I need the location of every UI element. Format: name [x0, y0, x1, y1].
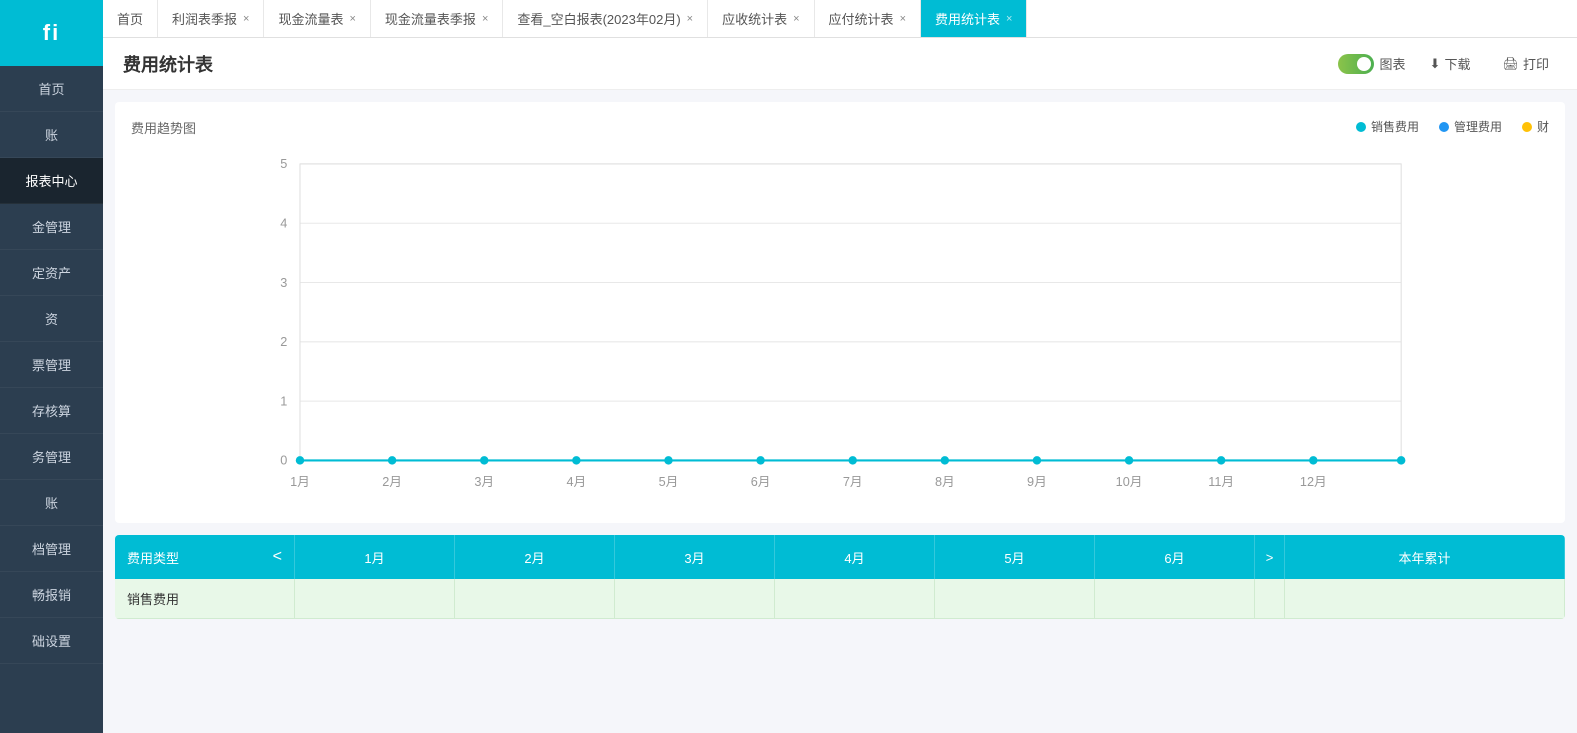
legend-dot-sales [1356, 122, 1366, 132]
sidebar-item-home[interactable]: 首页 [0, 66, 103, 112]
td-sales-m1 [295, 579, 455, 618]
svg-text:2月: 2月 [382, 475, 402, 489]
legend-admin: 管理费用 [1439, 118, 1502, 135]
td-sales-m2 [455, 579, 615, 618]
sidebar: fi 首页 账 报表中心 金管理 定资产 资 票管理 存核算 务管理 账 档管理… [0, 0, 103, 733]
th-month-2: 2月 [455, 535, 615, 579]
page-header: 费用统计表 图表 ⬇ 下载 🖨 打印 [103, 38, 1577, 90]
td-sales-ytd [1285, 579, 1565, 618]
tab-expense[interactable]: 费用统计表 × [921, 0, 1027, 37]
td-sales-m3 [615, 579, 775, 618]
svg-text:9月: 9月 [1027, 475, 1047, 489]
table-section: 费用类型 < 1月 2月 3月 4月 5月 [115, 535, 1565, 619]
sidebar-item-assets[interactable]: 定资产 [0, 250, 103, 296]
svg-text:12月: 12月 [1300, 475, 1327, 489]
header-actions: 图表 ⬇ 下载 🖨 打印 [1338, 50, 1557, 77]
td-type-sales: 销售费用 [115, 579, 295, 618]
chart-toggle-label: 图表 [1380, 54, 1406, 73]
tab-close-expense[interactable]: × [1006, 13, 1012, 25]
svg-text:5: 5 [280, 157, 287, 171]
table-row-sales: 销售费用 [115, 579, 1565, 619]
print-button[interactable]: 🖨 打印 [1494, 50, 1557, 77]
legend-dot-admin [1439, 122, 1449, 132]
svg-text:3: 3 [280, 276, 287, 290]
download-button[interactable]: ⬇ 下载 [1422, 50, 1479, 77]
th-nav-prev[interactable]: < [273, 548, 282, 566]
chart-svg: 5 4 3 2 1 0 [131, 147, 1549, 507]
sidebar-item-ledger[interactable]: 账 [0, 480, 103, 526]
svg-text:7月: 7月 [843, 475, 863, 489]
th-month-6: 6月 [1095, 535, 1255, 579]
content-area: 费用统计表 图表 ⬇ 下载 🖨 打印 费用趋势图 [103, 38, 1577, 733]
th-month-1: 1月 [295, 535, 455, 579]
tab-payable[interactable]: 应付统计表 × [815, 0, 921, 37]
tab-profit-quarterly[interactable]: 利润表季报 × [158, 0, 264, 37]
chart-title: 费用趋势图 [131, 118, 196, 137]
sidebar-item-settings[interactable]: 础设置 [0, 618, 103, 664]
tab-bar: 首页 利润表季报 × 现金流量表 × 现金流量表季报 × 查看_空白报表(202… [103, 0, 1577, 38]
sidebar-item-account[interactable]: 账 [0, 112, 103, 158]
svg-text:11月: 11月 [1208, 475, 1234, 489]
svg-text:3月: 3月 [474, 475, 494, 489]
download-icon: ⬇ [1430, 56, 1441, 72]
chart-legend: 销售费用 管理费用 财 [1356, 118, 1549, 135]
tab-cashflow-quarterly[interactable]: 现金流量表季报 × [371, 0, 503, 37]
chart-toggle[interactable] [1338, 54, 1374, 74]
tab-close-profit-quarterly[interactable]: × [243, 13, 249, 25]
tab-cashflow[interactable]: 现金流量表 × [264, 0, 370, 37]
th-month-4: 4月 [775, 535, 935, 579]
svg-text:4月: 4月 [566, 475, 586, 489]
legend-label-admin: 管理费用 [1454, 118, 1502, 135]
th-nav-next[interactable]: > [1255, 535, 1285, 579]
td-sales-m5 [935, 579, 1095, 618]
sidebar-item-service[interactable]: 务管理 [0, 434, 103, 480]
th-ytd: 本年累计 [1285, 535, 1565, 579]
svg-text:1: 1 [280, 394, 287, 408]
td-sales-nav [1255, 579, 1285, 618]
chart-container: 5 4 3 2 1 0 [131, 147, 1549, 507]
sidebar-item-reimbursement[interactable]: 畅报销 [0, 572, 103, 618]
td-sales-m4 [775, 579, 935, 618]
tab-close-cashflow-quarterly[interactable]: × [482, 13, 488, 25]
svg-text:8月: 8月 [935, 475, 955, 489]
tab-receivable[interactable]: 应收统计表 × [708, 0, 814, 37]
tab-close-cashflow[interactable]: × [349, 13, 355, 25]
sidebar-logo: fi [0, 0, 103, 66]
th-month-5: 5月 [935, 535, 1095, 579]
svg-text:10月: 10月 [1116, 475, 1143, 489]
th-type: 费用类型 < [115, 535, 295, 579]
main-area: 首页 利润表季报 × 现金流量表 × 现金流量表季报 × 查看_空白报表(202… [103, 0, 1577, 733]
th-month-3: 3月 [615, 535, 775, 579]
legend-dot-finance [1522, 122, 1532, 132]
svg-text:2: 2 [280, 335, 287, 349]
td-sales-m6 [1095, 579, 1255, 618]
tab-close-blank-report[interactable]: × [687, 13, 693, 25]
sidebar-item-invoice[interactable]: 票管理 [0, 342, 103, 388]
chart-section: 费用趋势图 销售费用 管理费用 财 [115, 102, 1565, 523]
svg-text:6月: 6月 [751, 475, 771, 489]
print-icon: 🖨 [1502, 56, 1519, 72]
legend-label-sales: 销售费用 [1371, 118, 1419, 135]
legend-sales: 销售费用 [1356, 118, 1419, 135]
tab-blank-report[interactable]: 查看_空白报表(2023年02月) × [503, 0, 708, 37]
sidebar-item-cash[interactable]: 金管理 [0, 204, 103, 250]
sidebar-item-inventory[interactable]: 存核算 [0, 388, 103, 434]
svg-text:4: 4 [280, 216, 287, 230]
sidebar-item-reports[interactable]: 报表中心 [0, 158, 103, 204]
table-header-row: 费用类型 < 1月 2月 3月 4月 5月 [115, 535, 1565, 579]
sidebar-item-archive[interactable]: 档管理 [0, 526, 103, 572]
svg-text:0: 0 [280, 454, 287, 468]
legend-finance: 财 [1522, 118, 1549, 135]
svg-text:1月: 1月 [290, 475, 310, 489]
page-title: 费用统计表 [123, 51, 213, 77]
chart-toggle-wrap[interactable]: 图表 [1338, 54, 1406, 74]
tab-home[interactable]: 首页 [103, 0, 158, 37]
svg-text:5月: 5月 [659, 475, 679, 489]
tab-close-receivable[interactable]: × [793, 13, 799, 25]
sidebar-item-capital[interactable]: 资 [0, 296, 103, 342]
tab-close-payable[interactable]: × [900, 13, 906, 25]
legend-label-finance: 财 [1537, 118, 1549, 135]
